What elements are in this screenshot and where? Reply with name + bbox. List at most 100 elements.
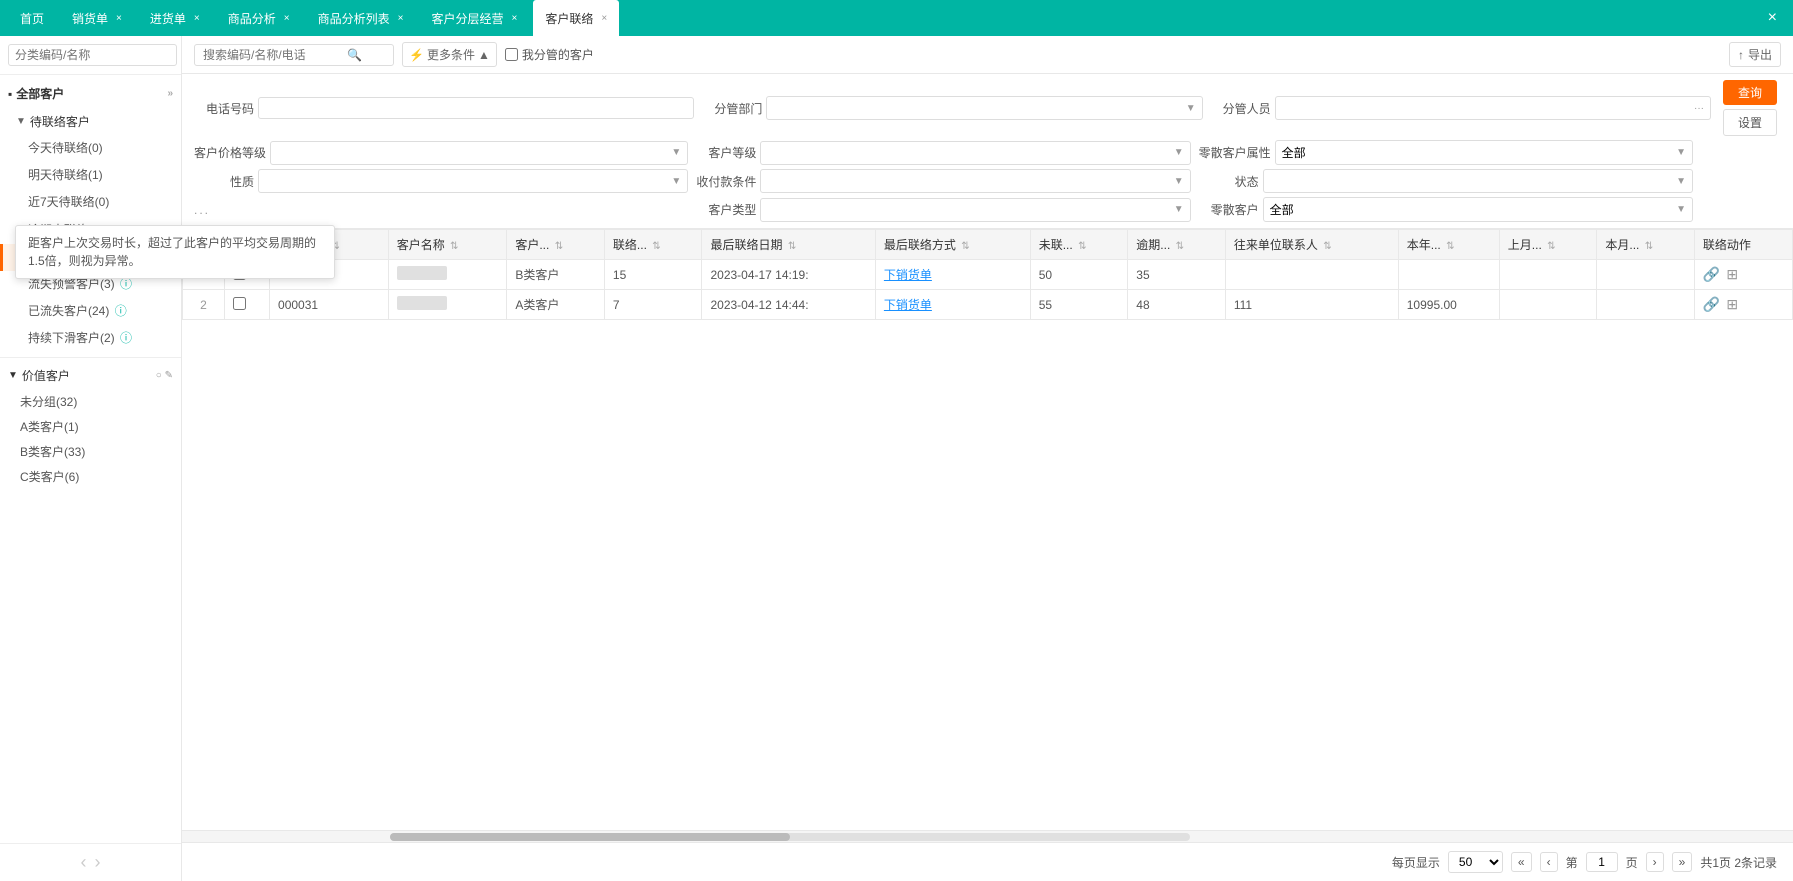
date-sort[interactable]: ⇅ bbox=[788, 241, 796, 252]
sidebar-search-input[interactable] bbox=[8, 44, 177, 66]
pagination-last[interactable]: » bbox=[1672, 852, 1693, 872]
dept-select[interactable]: ▼ bbox=[766, 96, 1202, 120]
no-contact-sort[interactable]: ⇅ bbox=[1078, 241, 1086, 252]
row-2-select-checkbox[interactable] bbox=[233, 297, 246, 310]
col-no-contact: 未联... ⇅ bbox=[1030, 230, 1128, 260]
name-sort[interactable]: ⇅ bbox=[450, 241, 458, 252]
manager-select[interactable]: ··· bbox=[1275, 96, 1711, 120]
sidebar-arrow-left[interactable]: ‹ bbox=[81, 852, 87, 873]
row-2-method: 下销货单 bbox=[875, 290, 1030, 320]
col-current-year: 本年... ⇅ bbox=[1398, 230, 1499, 260]
pagination-page-input[interactable] bbox=[1586, 852, 1618, 872]
row-1-link-icon[interactable]: 🔗 bbox=[1703, 266, 1720, 283]
row-2-grid-icon[interactable]: ⊞ bbox=[1726, 296, 1738, 313]
row-2-num: 2 bbox=[183, 290, 225, 320]
sidebar-item-lost[interactable]: 已流失客户(24) ⓘ bbox=[0, 298, 181, 325]
hscroll-thumb[interactable] bbox=[390, 833, 790, 841]
person-sort[interactable]: ⇅ bbox=[1323, 241, 1331, 252]
cmonth-sort[interactable]: ⇅ bbox=[1645, 241, 1653, 252]
retail-attr-value: 全部 bbox=[1282, 144, 1306, 161]
pagination-next[interactable]: › bbox=[1646, 852, 1664, 872]
table-scroll[interactable]: ⚙ 客户编码 ⇅ 客户名称 ⇅ bbox=[182, 229, 1793, 830]
hscroll-track[interactable] bbox=[390, 833, 1190, 841]
lost-info-icon[interactable]: ⓘ bbox=[115, 304, 127, 318]
window-close-button[interactable]: × bbox=[1760, 5, 1785, 31]
row-1-no-contact: 50 bbox=[1030, 260, 1128, 290]
close-tab-analysis-list[interactable]: × bbox=[398, 13, 404, 24]
declining-info-icon[interactable]: ⓘ bbox=[120, 331, 132, 345]
retail-customer-select[interactable]: 全部 ▼ bbox=[1263, 197, 1693, 222]
price-level-label: 客户价格等级 bbox=[194, 144, 266, 161]
sidebar-item-declining[interactable]: 持续下滑客户(2) ⓘ bbox=[0, 325, 181, 352]
contact-sort[interactable]: ⇅ bbox=[652, 241, 660, 252]
payment-arrow: ▼ bbox=[1174, 176, 1184, 187]
nav-tab-analysis-list[interactable]: 商品分析列表 × bbox=[306, 0, 416, 36]
row-1-type: B类客户 bbox=[507, 260, 605, 290]
pagination: 每页显示 50 20 100 « ‹ 第 页 › » 共1页 2条记录 bbox=[182, 842, 1793, 881]
sidebar-all-customers[interactable]: ▪ 全部客户 » bbox=[0, 79, 181, 108]
year-sort[interactable]: ⇅ bbox=[1446, 241, 1454, 252]
nav-tab-customer-segmentation[interactable]: 客户分层经营 × bbox=[419, 0, 529, 36]
close-tab-contact[interactable]: × bbox=[601, 13, 607, 24]
filter-more-conditions[interactable]: ⚡ 更多条件 ▲ bbox=[402, 42, 497, 67]
sidebar-item-c-class[interactable]: C类客户(6) bbox=[0, 464, 181, 489]
pagination-total: 共1页 2条记录 bbox=[1700, 854, 1777, 871]
pagination-first[interactable]: « bbox=[1511, 852, 1532, 872]
lmonth-sort[interactable]: ⇅ bbox=[1547, 241, 1555, 252]
customer-level-select[interactable]: ▼ bbox=[760, 141, 1190, 165]
row-1-grid-icon[interactable]: ⊞ bbox=[1726, 266, 1738, 283]
nav-tab-sales[interactable]: 销货单 × bbox=[60, 0, 134, 36]
export-button[interactable]: ↑ 导出 bbox=[1729, 42, 1781, 67]
lost-warning-info-icon[interactable]: ⓘ bbox=[120, 277, 132, 291]
sidebar-item-7days[interactable]: 近7天待联络(0) bbox=[0, 189, 181, 216]
price-level-arrow: ▼ bbox=[671, 147, 681, 158]
nav-tab-purchase[interactable]: 进货单 × bbox=[138, 0, 212, 36]
customer-type-select[interactable]: ▼ bbox=[760, 198, 1190, 222]
payment-select[interactable]: ▼ bbox=[760, 169, 1190, 193]
filter-search-icon[interactable]: 🔍 bbox=[347, 48, 362, 62]
nav-tab-home[interactable]: 首页 bbox=[8, 0, 56, 36]
type-sort[interactable]: ⇅ bbox=[555, 241, 563, 252]
sidebar-item-a-class[interactable]: A类客户(1) bbox=[0, 414, 181, 439]
my-customers-checkbox[interactable] bbox=[505, 48, 518, 61]
pagination-prev[interactable]: ‹ bbox=[1540, 852, 1558, 872]
sidebar-arrow-right[interactable]: › bbox=[95, 852, 101, 873]
gender-select[interactable]: ▼ bbox=[258, 169, 688, 193]
filter-bar: 🔍 ⚡ 更多条件 ▲ 我分管的客户 ↑ 导出 bbox=[182, 36, 1793, 74]
sidebar-item-b-class[interactable]: B类客户(33) bbox=[0, 439, 181, 464]
status-select[interactable]: ▼ bbox=[1263, 169, 1693, 193]
sidebar-item-ungroup[interactable]: 未分组(32) bbox=[0, 389, 181, 414]
col-contact-count: 联络... ⇅ bbox=[604, 230, 702, 260]
nav-tab-analysis[interactable]: 商品分析 × bbox=[216, 0, 302, 36]
filter-search-input[interactable] bbox=[203, 48, 343, 62]
overdue-sort[interactable]: ⇅ bbox=[1176, 241, 1184, 252]
close-tab-purchase[interactable]: × bbox=[194, 13, 200, 24]
col-contact-person: 往来单位联系人 ⇅ bbox=[1225, 230, 1398, 260]
col-overdue: 逾期... ⇅ bbox=[1128, 230, 1226, 260]
sidebar-item-today[interactable]: 今天待联络(0) bbox=[0, 135, 181, 162]
sidebar-value-group[interactable]: ▼ 价值客户 ○ ✎ bbox=[0, 362, 181, 389]
retail-attr-select[interactable]: 全部 ▼ bbox=[1275, 140, 1693, 165]
filter-actions: 查询 设置 bbox=[1719, 80, 1781, 136]
price-level-select[interactable]: ▼ bbox=[270, 141, 688, 165]
more-dots[interactable]: ... bbox=[194, 203, 210, 217]
sidebar-pending-section[interactable]: ▼ 待联络客户 bbox=[0, 108, 181, 135]
row-1-method-link[interactable]: 下销货单 bbox=[884, 268, 932, 282]
value-group-icons[interactable]: ○ ✎ bbox=[156, 370, 173, 381]
nav-tab-customer-contact[interactable]: 客户联络 × bbox=[533, 0, 619, 36]
per-page-select[interactable]: 50 20 100 bbox=[1448, 851, 1503, 873]
sidebar-collapse-icon[interactable]: » bbox=[167, 88, 173, 99]
query-button[interactable]: 查询 bbox=[1723, 80, 1777, 105]
row-2-link-icon[interactable]: 🔗 bbox=[1703, 296, 1720, 313]
close-tab-analysis[interactable]: × bbox=[284, 13, 290, 24]
row-2-lmonth bbox=[1499, 290, 1597, 320]
settings-button[interactable]: 设置 bbox=[1723, 109, 1777, 136]
close-tab-sales[interactable]: × bbox=[116, 13, 122, 24]
method-sort[interactable]: ⇅ bbox=[961, 241, 969, 252]
row-2-method-link[interactable]: 下销货单 bbox=[884, 298, 932, 312]
close-tab-segmentation[interactable]: × bbox=[511, 13, 517, 24]
row-2-year: 10995.00 bbox=[1398, 290, 1499, 320]
sidebar-item-tomorrow[interactable]: 明天待联络(1) bbox=[0, 162, 181, 189]
phone-input[interactable] bbox=[258, 97, 694, 119]
row-1-name bbox=[388, 260, 507, 290]
